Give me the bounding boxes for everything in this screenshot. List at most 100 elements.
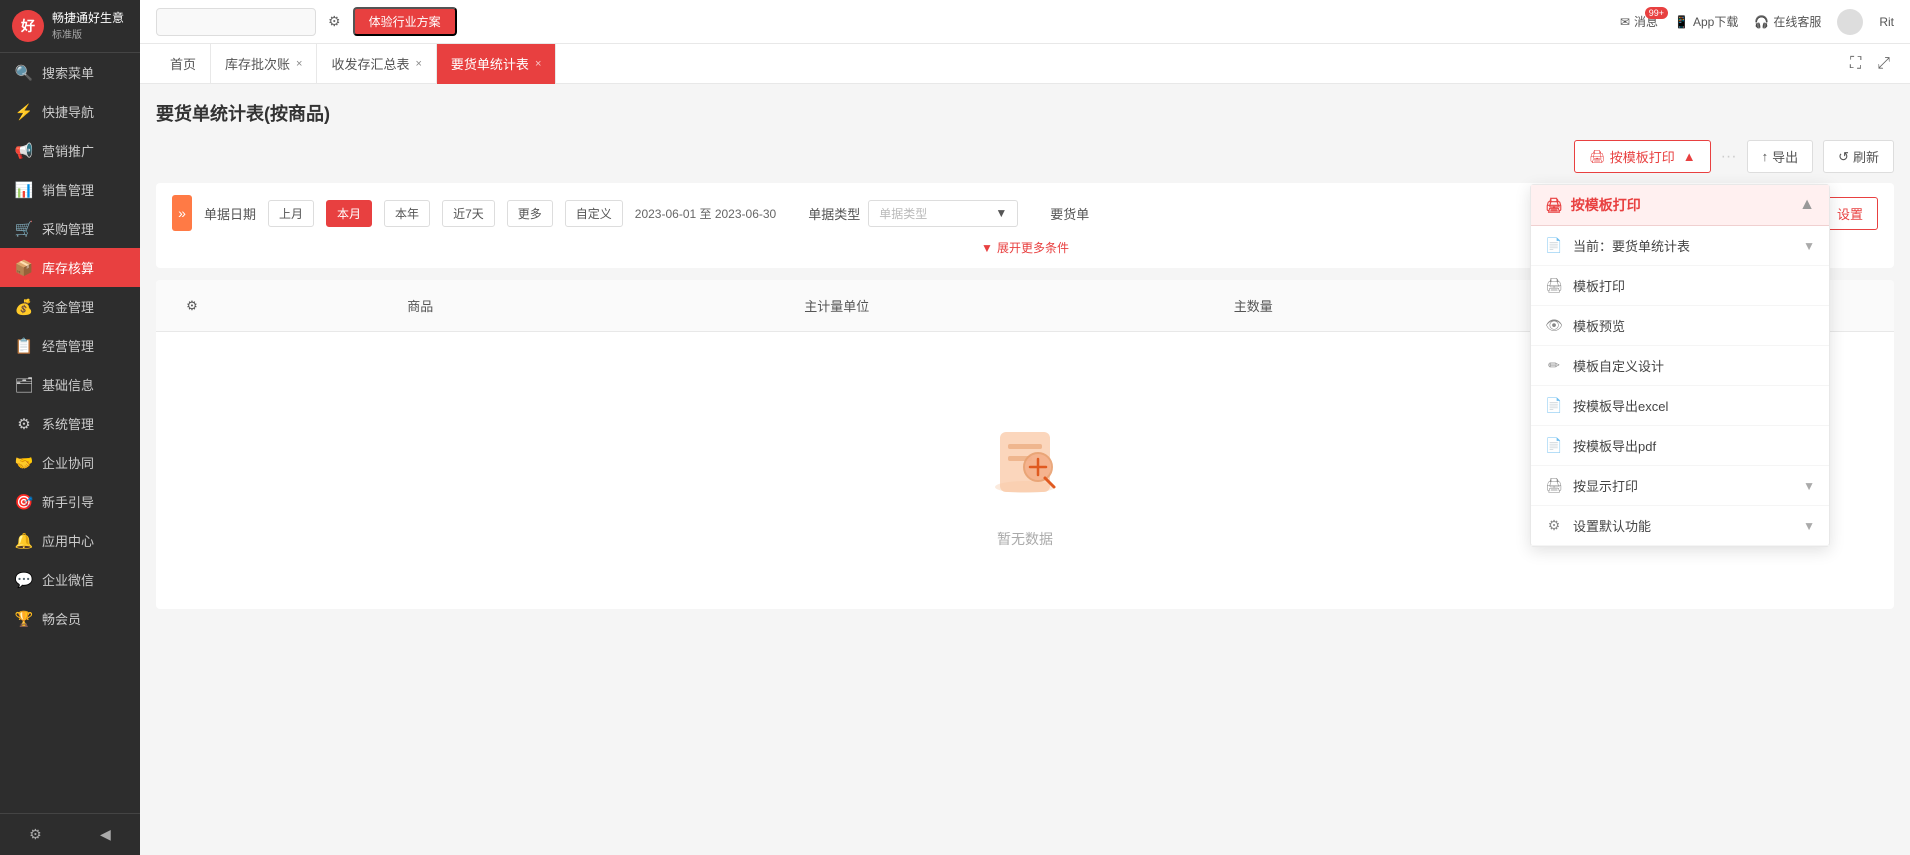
tab-order-stats-close[interactable]: × bbox=[535, 58, 541, 70]
sidebar-item-label: 经营管理 bbox=[42, 336, 94, 355]
sidebar-item-search[interactable]: 🔍 搜索菜单 bbox=[0, 53, 140, 92]
sidebar-item-finance[interactable]: 💰 资金管理 bbox=[0, 287, 140, 326]
avatar[interactable] bbox=[1837, 9, 1863, 35]
message-button[interactable]: ✉ 消息 99+ bbox=[1620, 13, 1658, 30]
sidebar-settings-button[interactable]: ⚙ bbox=[21, 822, 50, 847]
sidebar-item-purchase[interactable]: 🛒 采购管理 bbox=[0, 209, 140, 248]
phone-icon: 📱 bbox=[1674, 15, 1689, 29]
dropdown-default-func[interactable]: ⚙ 设置默认功能 ▼ bbox=[1531, 506, 1829, 546]
sidebar-item-sales[interactable]: 📊 销售管理 bbox=[0, 170, 140, 209]
template-pdf-label: 按模板导出pdf bbox=[1573, 436, 1656, 455]
sidebar: 好 畅捷通好生意 标准版 🔍 搜索菜单 ⚡ 快捷导航 📢 营销推广 📊 销售管理… bbox=[0, 0, 140, 855]
current-template-label: 当前：要货单统计表 bbox=[1573, 236, 1690, 255]
date-btn-more[interactable]: 更多 bbox=[507, 200, 553, 227]
tab-receipt-summary-close[interactable]: × bbox=[415, 58, 421, 70]
order-type-select[interactable]: 单据类型 ▼ bbox=[868, 200, 1018, 227]
tab-maximize-button[interactable]: ⛶ bbox=[1846, 53, 1865, 75]
online-service-button[interactable]: 🎧 在线客服 bbox=[1754, 13, 1821, 30]
dropdown-template-design[interactable]: ✏ 模板自定义设计 bbox=[1531, 346, 1829, 386]
dropdown-template-excel[interactable]: 📄 按模板导出excel bbox=[1531, 386, 1829, 426]
default-func-arrow: ▼ bbox=[1803, 519, 1815, 533]
tab-receipt-summary[interactable]: 收发存汇总表 × bbox=[317, 44, 436, 84]
settings-button[interactable]: 设置 bbox=[1822, 197, 1878, 230]
date-btn-last-month[interactable]: 上月 bbox=[268, 200, 314, 227]
sidebar-item-label: 企业微信 bbox=[42, 570, 94, 589]
tab-inventory-batch-label: 库存批次账 bbox=[225, 54, 290, 73]
megaphone-icon: 📢 bbox=[14, 142, 34, 160]
sidebar-item-system[interactable]: ⚙ 系统管理 bbox=[0, 404, 140, 443]
dropdown-default-func-left: ⚙ 设置默认功能 bbox=[1545, 516, 1651, 535]
message-icon: ✉ bbox=[1620, 15, 1630, 29]
dropdown-template-print[interactable]: 🖨 模板打印 bbox=[1531, 266, 1829, 306]
sidebar-collapse-button[interactable]: ◀ bbox=[92, 822, 119, 847]
sidebar-item-member[interactable]: 🏆 畅会员 bbox=[0, 599, 140, 638]
template-excel-icon: 📄 bbox=[1545, 397, 1563, 414]
date-range-display: 2023-06-01 至 2023-06-30 bbox=[635, 205, 776, 222]
dropdown-current-item[interactable]: 📄 当前：要货单统计表 ▼ bbox=[1531, 226, 1829, 266]
display-print-icon: 🖨 bbox=[1545, 477, 1563, 494]
sidebar-item-label: 基础信息 bbox=[42, 375, 94, 394]
tab-home[interactable]: 首页 bbox=[156, 44, 211, 84]
expand-more-label: 展开更多条件 bbox=[997, 239, 1069, 256]
sidebar-item-wechat[interactable]: 💬 企业微信 bbox=[0, 560, 140, 599]
sidebar-item-operation[interactable]: 📋 经营管理 bbox=[0, 326, 140, 365]
th-settings[interactable]: ⚙ bbox=[172, 290, 212, 322]
sidebar-item-inventory[interactable]: 📦 库存核算 bbox=[0, 248, 140, 287]
date-btn-last-7days[interactable]: 近7天 bbox=[442, 200, 495, 227]
logo-text: 畅捷通好生意 bbox=[52, 11, 124, 27]
more-options-icon[interactable]: ··· bbox=[1721, 148, 1737, 166]
dropdown-close-button[interactable]: ▲ bbox=[1799, 196, 1815, 214]
date-btn-this-month[interactable]: 本月 bbox=[326, 200, 372, 227]
main-area: ⚙ 体验行业方案 ✉ 消息 99+ 📱 App下载 🎧 在线客服 Rit 首页 bbox=[140, 0, 1910, 855]
sidebar-item-quick-nav[interactable]: ⚡ 快捷导航 bbox=[0, 92, 140, 131]
tab-inventory-batch-close[interactable]: × bbox=[296, 58, 302, 70]
dropdown-display-print[interactable]: 🖨 按显示打印 ▼ bbox=[1531, 466, 1829, 506]
sidebar-item-guide[interactable]: 🎯 新手引导 bbox=[0, 482, 140, 521]
tab-inventory-batch[interactable]: 库存批次账 × bbox=[211, 44, 317, 84]
export-icon: ↑ bbox=[1762, 149, 1769, 164]
topbar-gear-icon[interactable]: ⚙ bbox=[328, 13, 341, 30]
dropdown-template-pdf[interactable]: 📄 按模板导出pdf bbox=[1531, 426, 1829, 466]
action-bar: 🖨 按模板打印 ▲ ··· ↑ 导出 ↺ 刷新 bbox=[156, 140, 1894, 173]
default-func-label: 设置默认功能 bbox=[1573, 516, 1651, 535]
th-unit: 主计量单位 bbox=[629, 288, 1046, 323]
tab-home-label: 首页 bbox=[170, 54, 196, 73]
logo-badge: 标准版 bbox=[52, 26, 124, 41]
date-btn-this-year[interactable]: 本年 bbox=[384, 200, 430, 227]
search-input[interactable] bbox=[156, 8, 316, 36]
print-button[interactable]: 🖨 按模板打印 ▲ bbox=[1574, 140, 1710, 173]
tab-order-stats[interactable]: 要货单统计表 × bbox=[437, 44, 556, 84]
sidebar-item-label: 快捷导航 bbox=[42, 102, 94, 121]
export-button[interactable]: ↑ 导出 bbox=[1747, 140, 1814, 173]
clipboard-icon: 📋 bbox=[14, 337, 34, 355]
page-content: 要货单统计表(按商品) 🖨 按模板打印 ▲ ··· ↑ 导出 ↺ 刷新 » 单据… bbox=[140, 84, 1910, 855]
date-btn-custom[interactable]: 自定义 bbox=[565, 200, 623, 227]
sidebar-scroll: 🔍 搜索菜单 ⚡ 快捷导航 📢 营销推广 📊 销售管理 🛒 采购管理 📦 库存核… bbox=[0, 53, 140, 813]
th-goods: 商品 bbox=[212, 288, 629, 323]
shipping-label: 要货单 bbox=[1050, 204, 1089, 223]
sidebar-item-collab[interactable]: 🤝 企业协同 bbox=[0, 443, 140, 482]
sidebar-item-apps[interactable]: 🔔 应用中心 bbox=[0, 521, 140, 560]
sidebar-item-label: 畅会员 bbox=[42, 609, 81, 628]
current-template-icon: 📄 bbox=[1545, 237, 1563, 254]
topbar: ⚙ 体验行业方案 ✉ 消息 99+ 📱 App下载 🎧 在线客服 Rit bbox=[140, 0, 1910, 44]
sidebar-item-basic[interactable]: 🗂 基础信息 bbox=[0, 365, 140, 404]
expand-more-button[interactable]: ▼ 展开更多条件 bbox=[981, 239, 1069, 256]
template-pdf-icon: 📄 bbox=[1545, 437, 1563, 454]
sidebar-item-marketing[interactable]: 📢 营销推广 bbox=[0, 131, 140, 170]
template-excel-label: 按模板导出excel bbox=[1573, 396, 1668, 415]
sidebar-item-label: 企业协同 bbox=[42, 453, 94, 472]
dropdown-template-preview[interactable]: 👁 模板预览 bbox=[1531, 306, 1829, 346]
sidebar-item-label: 新手引导 bbox=[42, 492, 94, 511]
print-dropdown-menu: 🖨 按模板打印 ▲ 📄 当前：要货单统计表 ▼ 🖨 模板打印 👁 模板预览 bbox=[1530, 184, 1830, 547]
refresh-button[interactable]: ↺ 刷新 bbox=[1823, 140, 1894, 173]
tabs-right-controls: ⛶ ⤢ bbox=[1846, 53, 1894, 75]
lightning-icon: ⚡ bbox=[14, 103, 34, 121]
template-design-icon: ✏ bbox=[1545, 357, 1563, 374]
app-download-button[interactable]: 📱 App下载 bbox=[1674, 13, 1738, 30]
print-template-icon: 🖨 bbox=[1545, 197, 1563, 214]
tab-expand-button[interactable]: ⤢ bbox=[1873, 53, 1894, 75]
promo-button[interactable]: 体验行业方案 bbox=[353, 7, 457, 36]
message-badge: 99+ bbox=[1645, 7, 1668, 19]
filter-expand-icon[interactable]: » bbox=[172, 195, 192, 231]
